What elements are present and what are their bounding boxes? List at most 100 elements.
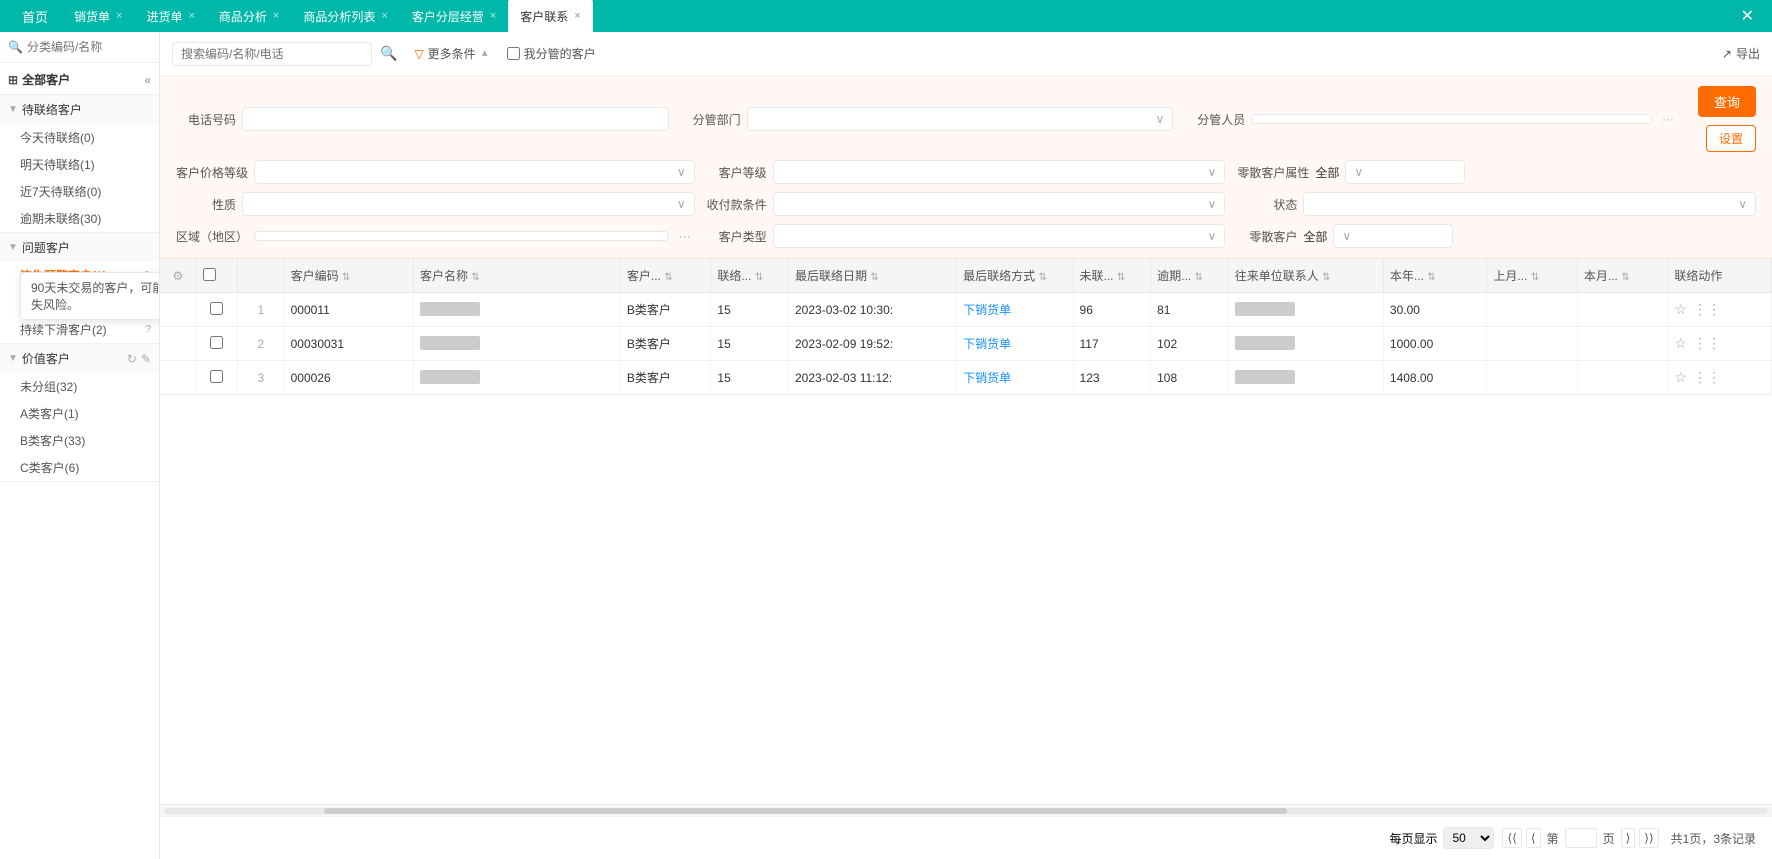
table-header-name[interactable]: 客户名称 ⇅ (413, 259, 620, 293)
filter-search-icon[interactable]: 🔍 (380, 45, 397, 62)
more-button[interactable]: ··· (1658, 112, 1678, 126)
nav-sales-order[interactable]: 销货单 × (62, 0, 134, 32)
action-contact-icon[interactable]: ☆ (1674, 301, 1687, 318)
sort-icon[interactable]: ⇅ (664, 272, 672, 283)
filter-search-input[interactable] (172, 42, 372, 66)
search-icon[interactable]: 🔍 (8, 40, 23, 54)
sidebar-search-input[interactable] (27, 40, 160, 54)
filter-manager-select[interactable] (1251, 114, 1652, 124)
last-way-link[interactable]: 下销货单 (963, 371, 1011, 385)
sort-icon[interactable]: ⇅ (870, 272, 878, 283)
refresh-icon[interactable]: ↻ (127, 352, 137, 366)
row-checkbox-cell[interactable] (196, 293, 237, 327)
action-contact-icon[interactable]: ☆ (1674, 369, 1687, 386)
nav-product-analysis-list[interactable]: 商品分析列表 × (291, 0, 399, 32)
table-header-checkbox[interactable] (196, 259, 237, 293)
filter-price-level-select[interactable]: ∨ (254, 160, 695, 184)
table-header-uncontact[interactable]: 未联... ⇅ (1073, 259, 1151, 293)
row-checkbox[interactable] (210, 370, 223, 383)
per-page-select[interactable]: 50 20 100 (1443, 827, 1494, 849)
sort-icon[interactable]: ⇅ (1531, 272, 1539, 283)
filter-customer-level-select[interactable]: ∨ (773, 160, 1226, 184)
table-header-code[interactable]: 客户编码 ⇅ (284, 259, 413, 293)
table-header-level[interactable]: 客户... ⇅ (620, 259, 711, 293)
filter-nature-select[interactable]: ∨ (242, 192, 695, 216)
sidebar-group-pending-header[interactable]: ▼ 待联络客户 (0, 95, 159, 124)
edit-icon[interactable]: ✎ (141, 352, 151, 366)
table-header-overdue[interactable]: 逾期... ⇅ (1151, 259, 1229, 293)
query-button[interactable]: 查询 (1698, 86, 1756, 117)
sort-icon[interactable]: ⇅ (1038, 272, 1046, 283)
row-checkbox-cell[interactable] (196, 361, 237, 395)
filter-zero-customer-select[interactable]: ∨ (1333, 224, 1453, 248)
last-way-link[interactable]: 下销货单 (963, 303, 1011, 317)
nav-purchase-order[interactable]: 进货单 × (134, 0, 206, 32)
sidebar-item-tomorrow[interactable]: 明天待联络(1) (0, 151, 159, 178)
select-all-checkbox[interactable] (203, 268, 216, 281)
table-header-last-way[interactable]: 最后联络方式 ⇅ (957, 259, 1073, 293)
scrollbar-track[interactable] (164, 808, 1768, 814)
next-page-button[interactable]: ⟩ (1621, 828, 1636, 848)
table-header-contact[interactable]: 联络... ⇅ (711, 259, 789, 293)
first-page-button[interactable]: ⟨⟨ (1502, 828, 1521, 848)
row-checkbox[interactable] (210, 336, 223, 349)
row-checkbox[interactable] (210, 302, 223, 315)
my-customers-checkbox-input[interactable] (507, 47, 520, 60)
filter-department-select[interactable]: ∨ (747, 107, 1174, 131)
settings-button[interactable]: 设置 (1706, 125, 1756, 152)
sidebar-item-declining[interactable]: 持续下滑客户(2) ? (0, 316, 159, 343)
sort-icon[interactable]: ⇅ (471, 272, 479, 283)
action-more-icon[interactable]: ⋮⋮ (1693, 369, 1721, 386)
sidebar-item-overdue[interactable]: 逾期未联络(30) (0, 205, 159, 232)
sort-icon[interactable]: ⇅ (1322, 272, 1330, 283)
close-icon[interactable]: × (490, 10, 496, 22)
horizontal-scrollbar[interactable] (160, 804, 1772, 816)
close-icon[interactable]: × (574, 10, 580, 22)
page-number-input[interactable]: 1 (1565, 828, 1597, 848)
sidebar-item-today[interactable]: 今天待联络(0) (0, 124, 159, 151)
action-contact-icon[interactable]: ☆ (1674, 335, 1687, 352)
sidebar-item-b-class[interactable]: B类客户(33) (0, 427, 159, 454)
sort-icon[interactable]: ⇅ (1194, 272, 1202, 283)
sidebar-item-week[interactable]: 近7天待联络(0) (0, 178, 159, 205)
filter-phone-input[interactable] (242, 107, 669, 131)
close-icon[interactable]: × (116, 10, 122, 22)
filter-zero-attribute-select[interactable]: ∨ (1345, 160, 1465, 184)
prev-page-button[interactable]: ⟨ (1526, 828, 1541, 848)
filter-status-select[interactable]: ∨ (1303, 192, 1756, 216)
table-header-this-year[interactable]: 本年... ⇅ (1383, 259, 1486, 293)
nav-customer-layer[interactable]: 客户分层经营 × (400, 0, 508, 32)
sort-icon[interactable]: ⇅ (1117, 272, 1125, 283)
table-settings-icon[interactable]: ⚙ (160, 259, 196, 293)
close-all-button[interactable]: ✕ (1731, 6, 1764, 26)
action-more-icon[interactable]: ⋮⋮ (1693, 301, 1721, 318)
table-header-last-month[interactable]: 上月... ⇅ (1487, 259, 1578, 293)
close-icon[interactable]: × (188, 10, 194, 22)
sort-icon[interactable]: ⇅ (755, 272, 763, 283)
more-button[interactable]: ··· (675, 229, 695, 243)
sort-icon[interactable]: ⇅ (1621, 272, 1629, 283)
more-conditions-button[interactable]: ▽ 更多条件 ▲ (405, 40, 498, 67)
row-checkbox-cell[interactable] (196, 327, 237, 361)
action-more-icon[interactable]: ⋮⋮ (1693, 335, 1721, 352)
sidebar-group-problem-header[interactable]: ▼ 问题客户 (0, 233, 159, 262)
scrollbar-thumb[interactable] (324, 808, 1286, 814)
row-last-way[interactable]: 下销货单 (957, 327, 1073, 361)
sort-icon[interactable]: ⇅ (1427, 272, 1435, 283)
row-last-way[interactable]: 下销货单 (957, 293, 1073, 327)
last-way-link[interactable]: 下销货单 (963, 337, 1011, 351)
nav-product-analysis[interactable]: 商品分析 × (207, 0, 291, 32)
close-icon[interactable]: × (381, 10, 387, 22)
sidebar-item-ungrouped[interactable]: 未分组(32) (0, 373, 159, 400)
sidebar-group-value-header[interactable]: ▼ 价值客户 ↻ ✎ (0, 344, 159, 373)
sidebar-item-a-class[interactable]: A类客户(1) (0, 400, 159, 427)
table-header-corp-contact[interactable]: 往来单位联系人 ⇅ (1228, 259, 1383, 293)
table-header-last-date[interactable]: 最后联络日期 ⇅ (789, 259, 957, 293)
last-page-button[interactable]: ⟩⟩ (1639, 828, 1658, 848)
collapse-icon[interactable]: « (144, 73, 151, 87)
export-button[interactable]: ↗ 导出 (1722, 45, 1760, 62)
table-header-this-month[interactable]: 本月... ⇅ (1577, 259, 1668, 293)
my-customers-checkbox[interactable]: 我分管的客户 (507, 45, 596, 62)
filter-region-select[interactable] (254, 231, 669, 241)
row-last-way[interactable]: 下销货单 (957, 361, 1073, 395)
